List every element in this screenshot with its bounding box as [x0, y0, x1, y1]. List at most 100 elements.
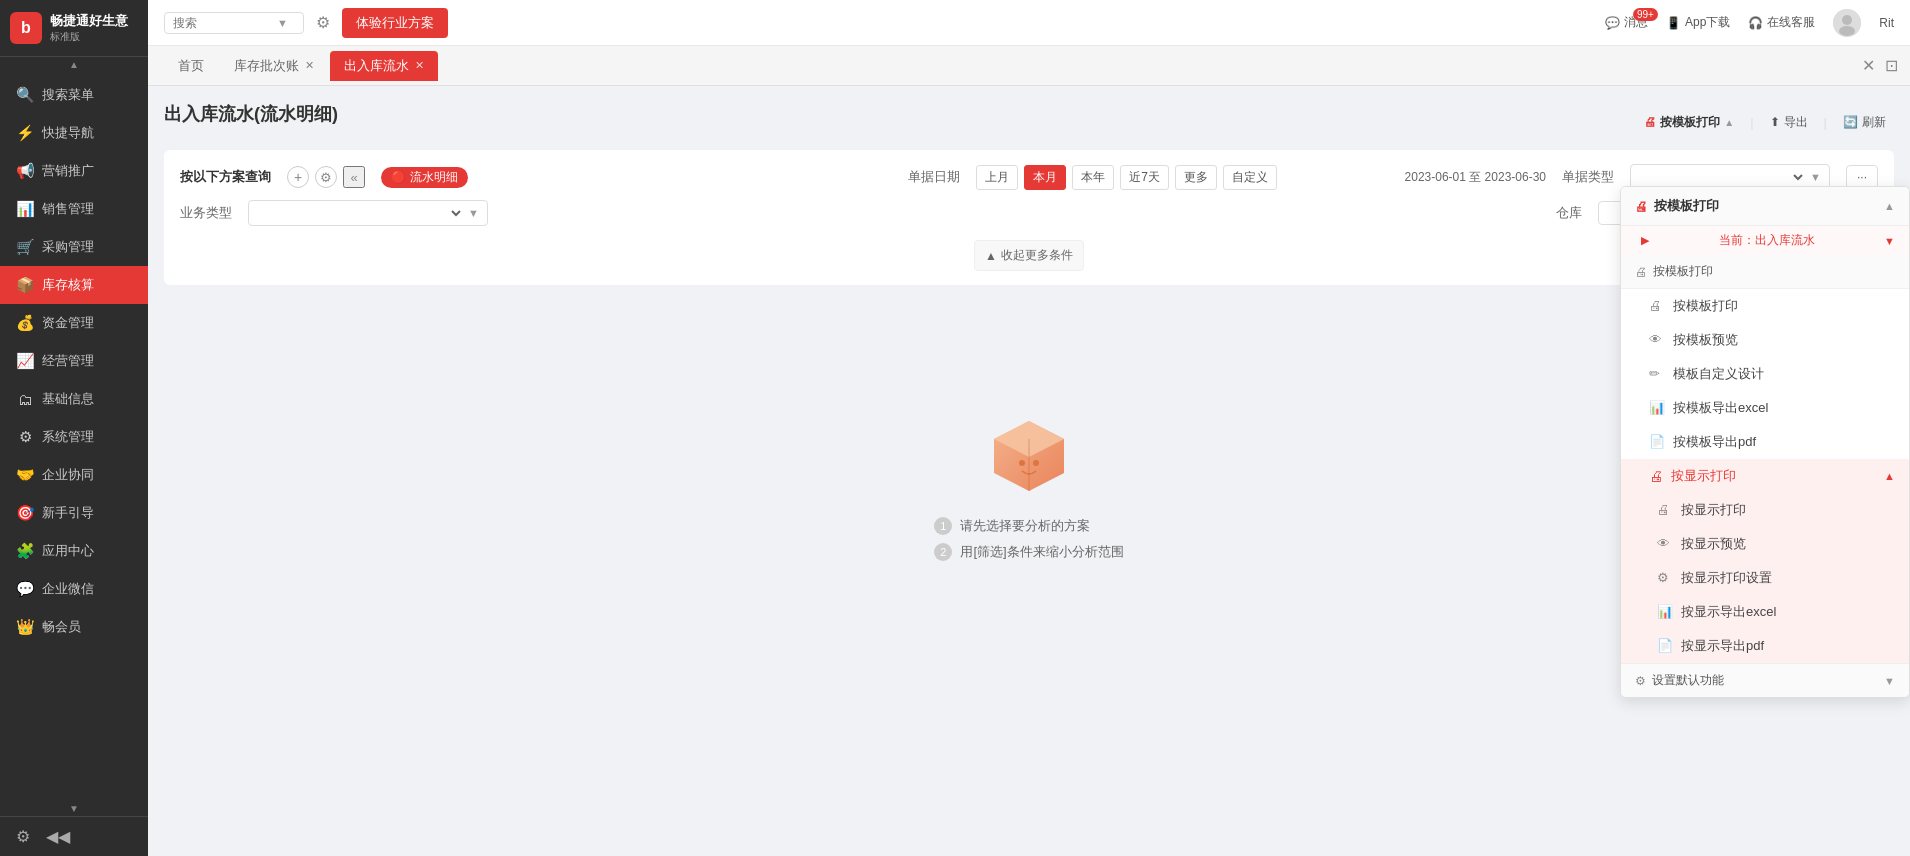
- topbar-search-input[interactable]: [173, 16, 273, 30]
- hint-text-2: 用[筛选]条件来缩小分析范围: [960, 543, 1123, 561]
- print-dropdown: 🖨 按模板打印 ▲ ▶ 当前：出入库流水 ▼: [1620, 186, 1910, 698]
- biz-type-select[interactable]: ▼: [248, 200, 488, 226]
- dropdown-item-display-settings[interactable]: ⚙ 按显示打印设置: [1621, 561, 1909, 595]
- sidebar-item-marketing[interactable]: 📢 营销推广: [0, 152, 148, 190]
- hint-num-2: 2: [934, 543, 952, 561]
- sidebar-item-wechat[interactable]: 💬 企业微信: [0, 570, 148, 608]
- collapse-conditions-btn[interactable]: ▲ 收起更多条件: [974, 240, 1084, 271]
- biz-type-dropdown[interactable]: [257, 205, 464, 221]
- dropdown-item-template-print[interactable]: 🖨 按模板打印: [1621, 289, 1909, 323]
- date-btn-this-month[interactable]: 本月: [1024, 165, 1066, 190]
- template-custom-item-label: 模板自定义设计: [1673, 365, 1889, 383]
- tab-home[interactable]: 首页: [164, 51, 218, 81]
- sidebar-collapse-btn[interactable]: ◀◀: [46, 827, 70, 846]
- refresh-btn[interactable]: 🔄 刷新: [1835, 110, 1894, 135]
- sidebar-item-sales[interactable]: 📊 销售管理: [0, 190, 148, 228]
- dropdown-item-template-export-pdf[interactable]: 📄 按模板导出pdf: [1621, 425, 1909, 459]
- sidebar-item-operations[interactable]: 📈 经营管理: [0, 342, 148, 380]
- dropdown-item-display-preview[interactable]: 👁 按显示预览: [1621, 527, 1909, 561]
- date-btn-custom[interactable]: 自定义: [1223, 165, 1277, 190]
- template-print-item-label: 按模板打印: [1673, 297, 1889, 315]
- dropdown-item-display-print[interactable]: 🖨 按显示打印: [1621, 493, 1909, 527]
- sidebar-item-quick[interactable]: ⚡ 快捷导航: [0, 114, 148, 152]
- app-logo: b 畅捷通好生意 标准版: [0, 0, 148, 57]
- template-excel-item-icon: 📊: [1649, 400, 1665, 416]
- operations-icon: 📈: [16, 352, 34, 370]
- template-print-item-icon: 🖨: [1649, 298, 1665, 314]
- dropdown-item-display-export-excel[interactable]: 📊 按显示导出excel: [1621, 595, 1909, 629]
- template-excel-item-label: 按模板导出excel: [1673, 399, 1889, 417]
- date-btn-this-year[interactable]: 本年: [1072, 165, 1114, 190]
- sidebar-scroll-down[interactable]: ▼: [0, 801, 148, 816]
- date-btn-7days[interactable]: 近7天: [1120, 165, 1169, 190]
- guide-icon: 🎯: [16, 504, 34, 522]
- topbar-gear-icon[interactable]: ⚙: [316, 13, 330, 32]
- sidebar-item-label: 库存核算: [42, 276, 94, 294]
- dropdown-header-chevron-icon[interactable]: ▲: [1884, 200, 1895, 212]
- sidebar-scroll-up[interactable]: ▲: [0, 57, 148, 72]
- sidebar-item-member[interactable]: 👑 畅会员: [0, 608, 148, 646]
- sidebar-item-label: 销售管理: [42, 200, 94, 218]
- dropdown-item-template-preview[interactable]: 👁 按模板预览: [1621, 323, 1909, 357]
- online-service-label: 在线客服: [1767, 14, 1815, 31]
- tab-flow[interactable]: 出入库流水 ✕: [330, 51, 438, 81]
- template-pdf-item-label: 按模板导出pdf: [1673, 433, 1889, 451]
- biz-type-chevron-icon: ▼: [468, 207, 479, 219]
- hint-text-1: 请先选择要分析的方案: [960, 517, 1090, 535]
- tab-flow-close-icon[interactable]: ✕: [415, 59, 424, 72]
- svg-point-2: [1839, 26, 1855, 36]
- sidebar-item-basic[interactable]: 🗂 基础信息: [0, 380, 148, 418]
- display-pdf-item-label: 按显示导出pdf: [1681, 637, 1889, 655]
- dropdown-item-template-custom[interactable]: ✏ 模板自定义设计: [1621, 357, 1909, 391]
- sidebar-item-label: 资金管理: [42, 314, 94, 332]
- biz-type-label: 业务类型: [180, 204, 232, 222]
- print-dropdown-chevron-icon: ▲: [1724, 117, 1734, 128]
- filter-tag-label: 流水明细: [410, 169, 458, 186]
- sidebar-item-purchase[interactable]: 🛒 采购管理: [0, 228, 148, 266]
- display-section-chevron-icon[interactable]: ▲: [1884, 470, 1895, 482]
- filter-gear-btn[interactable]: ⚙: [315, 166, 337, 188]
- topbar: ▼ ⚙ 体验行业方案 💬 消息 99+ 📱 App下载 🎧 在线客服: [148, 0, 1910, 46]
- sidebar-settings-btn[interactable]: ⚙: [16, 827, 30, 846]
- app-download-button[interactable]: 📱 App下载: [1666, 14, 1730, 31]
- online-service-button[interactable]: 🎧 在线客服: [1748, 14, 1815, 31]
- svg-point-7: [1019, 460, 1025, 466]
- sidebar-item-inventory[interactable]: 📦 库存核算: [0, 266, 148, 304]
- sidebar-item-apps[interactable]: 🧩 应用中心: [0, 532, 148, 570]
- sidebar-item-system[interactable]: ⚙ 系统管理: [0, 418, 148, 456]
- dropdown-current-header: ▶ 当前：出入库流水 ▼: [1621, 226, 1909, 255]
- date-range: 2023-06-01 至 2023-06-30: [1405, 169, 1546, 186]
- bill-type-dropdown[interactable]: [1639, 169, 1806, 185]
- sales-icon: 📊: [16, 200, 34, 218]
- dropdown-footer[interactable]: ⚙ 设置默认功能 ▼: [1621, 663, 1909, 697]
- app-version: 标准版: [50, 30, 128, 44]
- system-icon: ⚙: [16, 428, 34, 446]
- display-pdf-item-icon: 📄: [1657, 638, 1673, 654]
- date-btn-more[interactable]: 更多: [1175, 165, 1217, 190]
- dropdown-item-template-export-excel[interactable]: 📊 按模板导出excel: [1621, 391, 1909, 425]
- filter-add-btn[interactable]: +: [287, 166, 309, 188]
- trial-button[interactable]: 体验行业方案: [342, 8, 448, 38]
- sidebar-item-coop[interactable]: 🤝 企业协同: [0, 456, 148, 494]
- message-button[interactable]: 💬 消息 99+: [1605, 14, 1648, 31]
- tab-batch[interactable]: 库存批次账 ✕: [220, 51, 328, 81]
- username-label: Rit: [1879, 16, 1894, 30]
- filter-tag-shuiming[interactable]: 🔴 流水明细: [381, 167, 468, 188]
- dropdown-item-display-export-pdf[interactable]: 📄 按显示导出pdf: [1621, 629, 1909, 663]
- tab-batch-close-icon[interactable]: ✕: [305, 59, 314, 72]
- display-section-icon: 🖨: [1649, 468, 1663, 484]
- dropdown-current-arrow-icon[interactable]: ▼: [1884, 235, 1895, 247]
- refresh-label: 刷新: [1862, 114, 1886, 131]
- tab-close-all-btn[interactable]: ✕: [1862, 56, 1875, 75]
- sidebar-item-search[interactable]: 🔍 搜索菜单: [0, 76, 148, 114]
- sidebar-item-finance[interactable]: 💰 资金管理: [0, 304, 148, 342]
- date-btn-last-month[interactable]: 上月: [976, 165, 1018, 190]
- topbar-search-wrapper[interactable]: ▼: [164, 12, 304, 34]
- sidebar-item-guide[interactable]: 🎯 新手引导: [0, 494, 148, 532]
- export-btn[interactable]: ⬆ 导出: [1762, 110, 1816, 135]
- filter-label: 按以下方案查询: [180, 168, 271, 186]
- tab-maximize-btn[interactable]: ⊡: [1885, 56, 1898, 75]
- filter-collapse-left-btn[interactable]: «: [343, 166, 365, 188]
- template-print-btn[interactable]: 🖨 按模板打印 ▲: [1636, 110, 1742, 135]
- sidebar: b 畅捷通好生意 标准版 ▲ 🔍 搜索菜单 ⚡ 快捷导航 📢 营销推广 📊: [0, 0, 148, 856]
